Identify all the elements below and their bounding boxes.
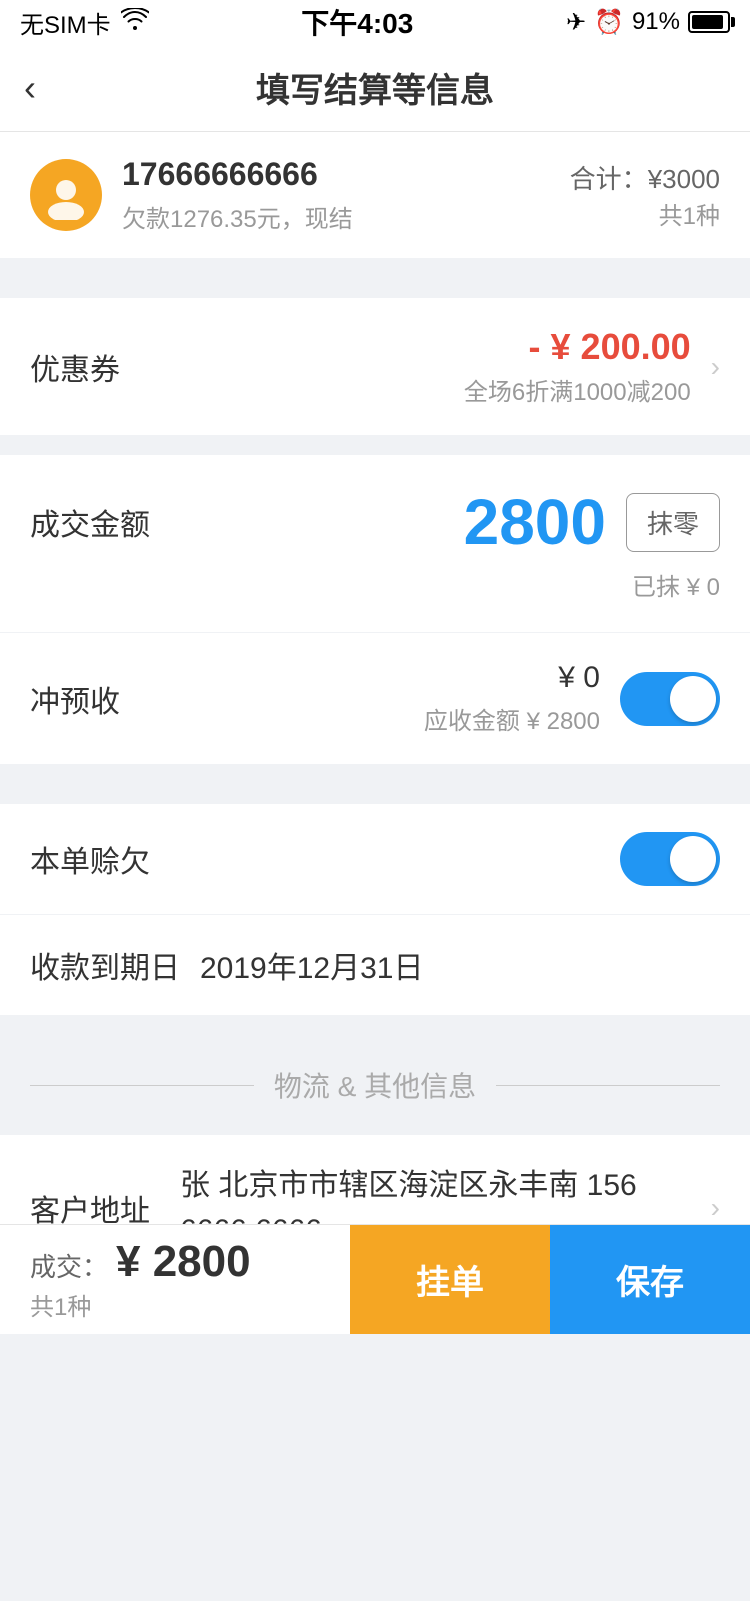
coupon-right: - ¥ 200.00 全场6折满1000减200 › bbox=[464, 326, 720, 407]
transaction-section: 成交金额 2800 抹零 已抹 ¥ 0 bbox=[0, 455, 750, 632]
coupon-section: 优惠券 - ¥ 200.00 全场6折满1000减200 › bbox=[0, 298, 750, 435]
location-icon: ✈ bbox=[566, 8, 586, 37]
bending-section: 本单赊欠 bbox=[0, 804, 750, 914]
bottom-count: 共1种 bbox=[30, 1287, 320, 1322]
hang-button[interactable]: 挂单 bbox=[350, 1225, 550, 1334]
status-right: ✈ ⏰ 91% bbox=[566, 8, 730, 37]
avatar bbox=[30, 159, 102, 231]
bottom-summary-label: 成交： bbox=[30, 1247, 108, 1284]
bottom-amount: ¥ 2800 bbox=[116, 1237, 251, 1287]
address-chevron-icon: › bbox=[711, 1192, 720, 1224]
wifi-icon bbox=[121, 8, 149, 37]
customer-right: 合计：¥3000 共1种 bbox=[570, 159, 720, 231]
transaction-label: 成交金额 bbox=[30, 500, 150, 544]
divider-line-left bbox=[30, 1085, 254, 1086]
customer-left: 17666666666 欠款1276.35元，现结 bbox=[30, 156, 353, 234]
carrier-text: 无SIM卡 bbox=[20, 5, 111, 40]
battery-icon bbox=[688, 11, 730, 33]
chong-row: 冲预收 ¥ 0 应收金额 ¥ 2800 bbox=[30, 633, 720, 764]
back-button[interactable]: ‹ bbox=[24, 67, 36, 109]
page-title: 填写结算等信息 bbox=[256, 63, 494, 112]
status-left: 无SIM卡 bbox=[20, 5, 149, 40]
nav-bar: ‹ 填写结算等信息 bbox=[0, 44, 750, 132]
date-value: 2019年12月31日 bbox=[200, 943, 423, 987]
coupon-right-inner: - ¥ 200.00 全场6折满1000减200 bbox=[464, 326, 691, 407]
chong-section: 冲预收 ¥ 0 应收金额 ¥ 2800 bbox=[0, 632, 750, 764]
section-divider-3 bbox=[0, 764, 750, 784]
battery-percent: 91% bbox=[632, 8, 680, 36]
logistics-label: 物流 & 其他信息 bbox=[274, 1065, 476, 1105]
content: 17666666666 欠款1276.35元，现结 合计：¥3000 共1种 优… bbox=[0, 132, 750, 1601]
chong-receivable: 应收金额 ¥ 2800 bbox=[424, 701, 600, 736]
logistics-divider: 物流 & 其他信息 bbox=[0, 1035, 750, 1135]
chevron-right-icon: › bbox=[711, 351, 720, 383]
divider-line-right bbox=[496, 1085, 720, 1086]
customer-info: 17666666666 欠款1276.35元，现结 bbox=[122, 156, 353, 234]
status-time: 下午4:03 bbox=[301, 2, 413, 42]
save-button[interactable]: 保存 bbox=[550, 1225, 750, 1334]
customer-phone: 17666666666 bbox=[122, 156, 353, 193]
coupon-amount: - ¥ 200.00 bbox=[529, 326, 691, 368]
status-bar: 无SIM卡 下午4:03 ✈ ⏰ 91% bbox=[0, 0, 750, 44]
bottom-bar: 成交： ¥ 2800 共1种 挂单 保存 bbox=[0, 1224, 750, 1334]
coupon-desc: 全场6折满1000减200 bbox=[464, 372, 691, 407]
amount-right: 2800 抹零 bbox=[464, 485, 720, 559]
chong-amount: ¥ 0 bbox=[558, 661, 600, 695]
date-row: 收款到期日 2019年12月31日 bbox=[30, 943, 720, 987]
bending-toggle-knob bbox=[670, 836, 716, 882]
bending-label: 本单赊欠 bbox=[30, 837, 150, 881]
date-label: 收款到期日 bbox=[30, 943, 180, 987]
toggle-knob bbox=[670, 676, 716, 722]
section-divider-1 bbox=[0, 278, 750, 298]
customer-section: 17666666666 欠款1276.35元，现结 合计：¥3000 共1种 bbox=[0, 132, 750, 258]
amount-sub: 已抹 ¥ 0 bbox=[30, 567, 720, 602]
transaction-value: 2800 bbox=[464, 485, 606, 559]
chong-toggle[interactable] bbox=[620, 672, 720, 726]
bottom-summary: 成交： ¥ 2800 共1种 bbox=[0, 1237, 350, 1322]
total-label: 合计：¥3000 bbox=[570, 159, 720, 196]
coupon-label: 优惠券 bbox=[30, 345, 120, 389]
alarm-icon: ⏰ bbox=[594, 8, 624, 37]
round-button[interactable]: 抹零 bbox=[626, 493, 720, 552]
chong-label: 冲预收 bbox=[30, 677, 120, 721]
chong-right: ¥ 0 应收金额 ¥ 2800 bbox=[424, 661, 600, 736]
section-divider-2 bbox=[0, 435, 750, 455]
customer-debt: 欠款1276.35元，现结 bbox=[122, 199, 353, 234]
coupon-row[interactable]: 优惠券 - ¥ 200.00 全场6折满1000减200 › bbox=[0, 298, 750, 435]
battery-fill bbox=[692, 15, 723, 29]
bending-toggle[interactable] bbox=[620, 832, 720, 886]
amount-row: 成交金额 2800 抹零 bbox=[30, 485, 720, 559]
date-section: 收款到期日 2019年12月31日 bbox=[0, 914, 750, 1015]
total-count: 共1种 bbox=[570, 196, 720, 231]
total-amount-value: ¥3000 bbox=[648, 164, 720, 194]
